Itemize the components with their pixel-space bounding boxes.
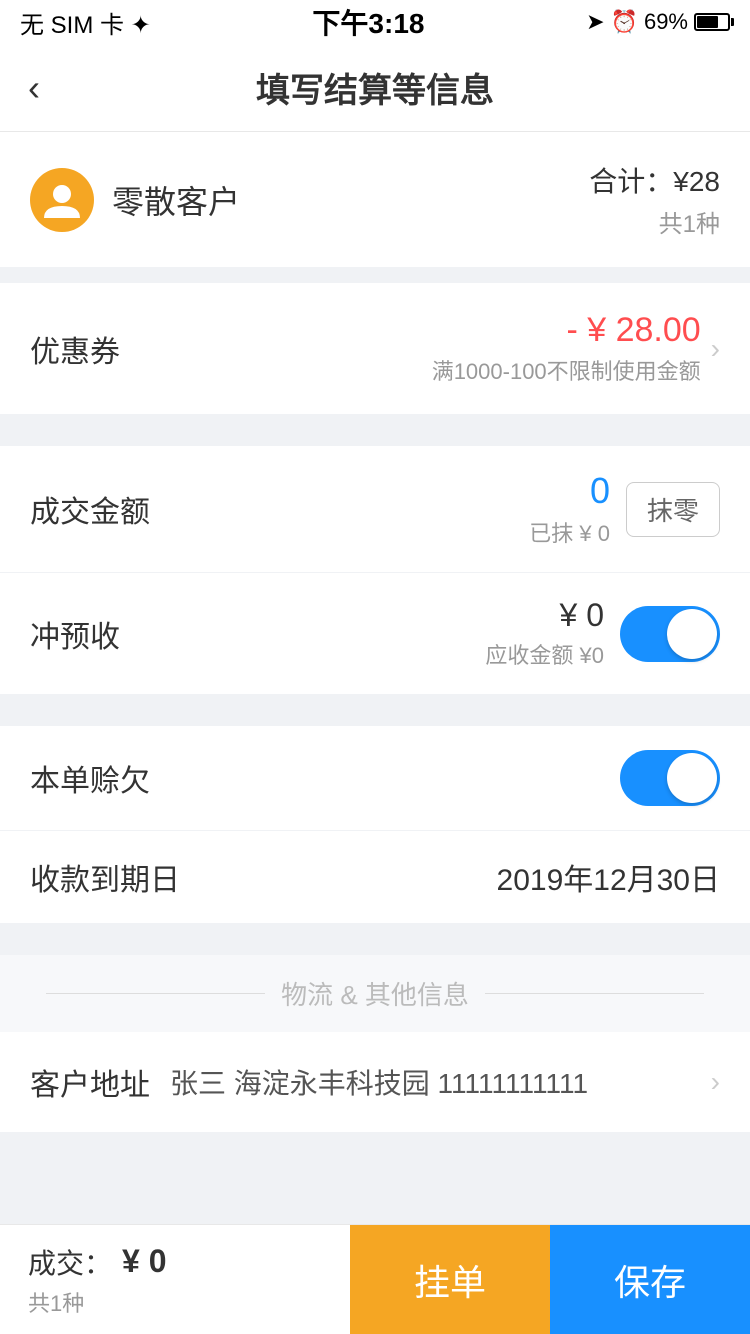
location-icon: ➤ (586, 9, 604, 35)
coupon-right: - ¥ 28.00 满1000-100不限制使用金额 › (432, 311, 720, 386)
bottom-summary: 成交： ¥ 0 共1种 (0, 1242, 350, 1318)
toggle-knob (667, 609, 717, 659)
nav-bar: ‹ 填写结算等信息 (0, 44, 750, 132)
due-date-value: 2019年12月30日 (497, 855, 720, 899)
alarm-icon: ⏰ (611, 9, 638, 35)
avatar (30, 168, 94, 232)
address-row[interactable]: 客户地址 张三 海淀永丰科技园 11111111111 › (0, 1032, 750, 1132)
debt-toggle-knob (667, 753, 717, 803)
content: 零散客户 合计：¥28 共1种 优惠券 - ¥ 28.00 满1000-100不… (0, 132, 750, 1268)
transaction-card: 成交金额 0 已抹 ¥ 0 抹零 冲预收 ¥ 0 应收金额 ¥0 (0, 446, 750, 694)
already-rounded: 已抹 ¥ 0 (529, 516, 610, 548)
receivable-label: 应收金额 ¥0 (485, 638, 604, 670)
debt-card: 本单赊欠 收款到期日 2019年12月30日 (0, 726, 750, 923)
customer-row: 零散客户 合计：¥28 共1种 (0, 132, 750, 267)
page-title: 填写结算等信息 (256, 63, 494, 112)
prepay-label: 冲预收 (30, 612, 120, 656)
prepay-col: ¥ 0 应收金额 ¥0 (485, 597, 604, 670)
status-left: 无 SIM 卡 ✦ (20, 5, 151, 40)
section-separator-3 (0, 939, 750, 955)
customer-card: 零散客户 合计：¥28 共1种 (0, 132, 750, 267)
save-button[interactable]: 保存 (550, 1225, 750, 1334)
hold-button[interactable]: 挂单 (350, 1225, 550, 1334)
prepay-row: 冲预收 ¥ 0 应收金额 ¥0 (0, 573, 750, 694)
bottom-deal-amount: ¥ 0 (122, 1243, 166, 1280)
chevron-right-icon: › (711, 333, 720, 365)
debt-right (620, 750, 720, 806)
total-sub: 共1种 (589, 204, 720, 239)
prepay-amount: ¥ 0 (560, 597, 604, 634)
person-icon (42, 180, 82, 220)
address-value: 张三 海淀永丰科技园 11111111111 (170, 1062, 711, 1102)
coupon-row[interactable]: 优惠券 - ¥ 28.00 满1000-100不限制使用金额 › (0, 283, 750, 414)
customer-total: 合计：¥28 共1种 (589, 160, 720, 239)
chevron-right-icon: › (711, 1066, 720, 1098)
battery-icon (694, 13, 730, 31)
bottom-bar: 成交： ¥ 0 共1种 挂单 保存 (0, 1224, 750, 1334)
status-time: 下午3:18 (312, 2, 424, 42)
coupon-desc: 满1000-100不限制使用金额 (432, 354, 701, 386)
bottom-deal-label: 成交： (28, 1242, 112, 1282)
deal-amount-right: 0 已抹 ¥ 0 抹零 (529, 470, 720, 548)
debt-row: 本单赊欠 (0, 726, 750, 831)
back-button[interactable]: ‹ (28, 67, 40, 109)
prepay-toggle[interactable] (620, 606, 720, 662)
battery-percent: 69% (644, 9, 688, 35)
coupon-detail: - ¥ 28.00 满1000-100不限制使用金额 (432, 311, 701, 386)
total-amount: 合计：¥28 (589, 160, 720, 200)
logistics-label: 物流 & 其他信息 (281, 975, 469, 1012)
coupon-amount: - ¥ 28.00 (432, 311, 701, 350)
bottom-sub-label: 共1种 (28, 1286, 322, 1318)
bottom-deal-row: 成交： ¥ 0 (28, 1242, 322, 1282)
deal-amount-value[interactable]: 0 (550, 470, 610, 512)
prepay-right: ¥ 0 应收金额 ¥0 (485, 597, 720, 670)
section-separator-1 (0, 430, 750, 446)
status-bar: 无 SIM 卡 ✦ 下午3:18 ➤ ⏰ 69% (0, 0, 750, 44)
due-date-label: 收款到期日 (30, 855, 180, 899)
coupon-label: 优惠券 (30, 327, 120, 371)
logistics-section-header: 物流 & 其他信息 (0, 955, 750, 1032)
deal-amount-col: 0 已抹 ¥ 0 (529, 470, 610, 548)
round-zero-button[interactable]: 抹零 (626, 482, 720, 537)
deal-amount-row: 成交金额 0 已抹 ¥ 0 抹零 (0, 446, 750, 573)
due-date-row: 收款到期日 2019年12月30日 (0, 831, 750, 923)
sim-label: 无 SIM 卡 ✦ (20, 5, 151, 40)
address-label: 客户地址 (30, 1060, 150, 1104)
debt-toggle[interactable] (620, 750, 720, 806)
section-separator-2 (0, 710, 750, 726)
status-right: ➤ ⏰ 69% (586, 9, 730, 35)
address-card[interactable]: 客户地址 张三 海淀永丰科技园 11111111111 › (0, 1032, 750, 1132)
customer-left: 零散客户 (30, 168, 240, 232)
deal-amount-label: 成交金额 (30, 487, 150, 531)
coupon-card[interactable]: 优惠券 - ¥ 28.00 满1000-100不限制使用金额 › (0, 283, 750, 414)
customer-name: 零散客户 (112, 177, 240, 223)
debt-label: 本单赊欠 (30, 756, 150, 800)
